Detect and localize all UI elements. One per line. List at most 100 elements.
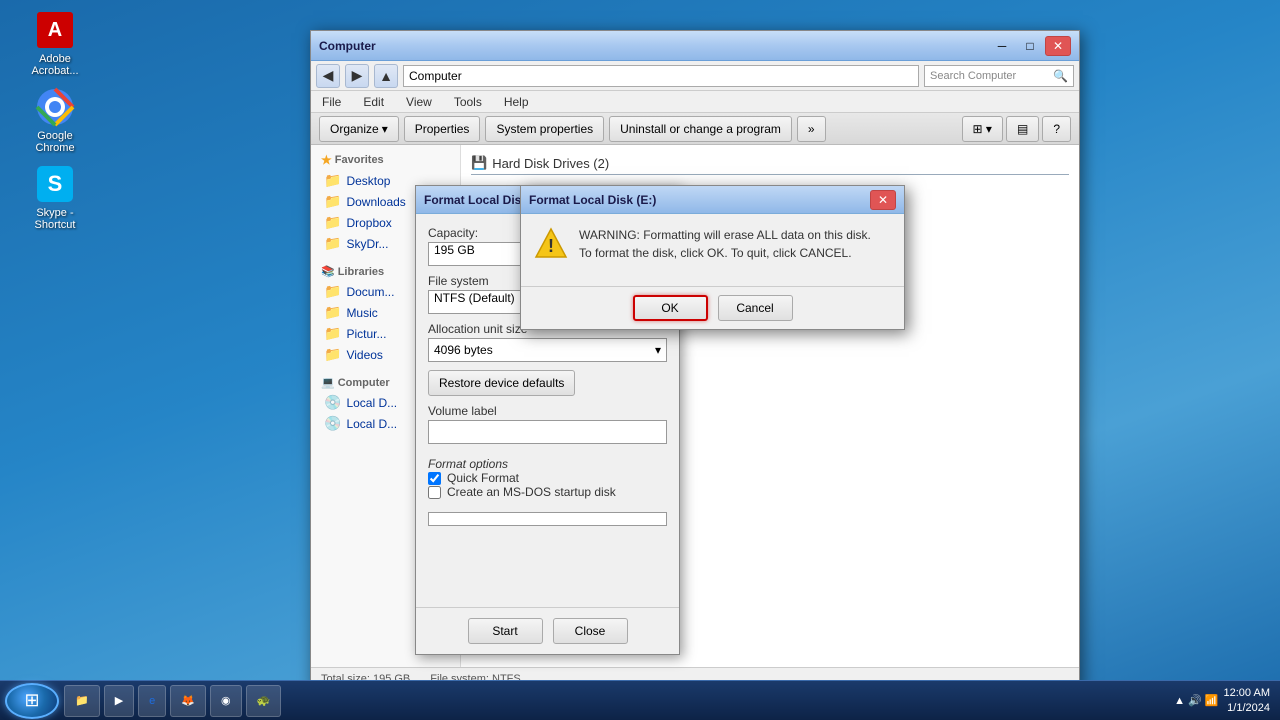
desktop-icon-skype[interactable]: S Skype - Shortcut <box>20 164 90 231</box>
folder-icon: 📁 <box>324 193 341 210</box>
system-properties-button[interactable]: System properties <box>485 116 604 142</box>
adobe-icon: A <box>35 10 75 50</box>
forward-button[interactable]: ▶ <box>345 64 369 88</box>
quick-format-label: Quick Format <box>447 471 519 485</box>
volume-label-input[interactable] <box>428 420 667 444</box>
startup-disk-row: Create an MS-DOS startup disk <box>428 485 667 499</box>
hard-disk-icon: 💾 <box>471 155 487 171</box>
maximize-button[interactable]: □ <box>1017 36 1043 56</box>
menu-file[interactable]: File <box>316 93 347 111</box>
folder-icon: 📁 <box>324 172 341 189</box>
svg-text:A: A <box>48 19 62 41</box>
menu-bar: File Edit View Tools Help <box>311 91 1079 113</box>
volume-label-label: Volume label <box>428 404 667 418</box>
organize-button[interactable]: Organize ▾ <box>319 116 399 142</box>
menu-help[interactable]: Help <box>498 93 535 111</box>
warning-content: ! WARNING: Formatting will erase ALL dat… <box>521 214 904 286</box>
search-placeholder: Search Computer <box>930 70 1016 82</box>
warning-icon: ! <box>533 226 569 262</box>
desktop: A Adobe Acrobat... Google Chrome <box>0 0 1280 720</box>
address-text: Computer <box>409 69 462 83</box>
folder-icon: 📁 <box>324 214 341 231</box>
firefox-icon: 🦊 <box>181 694 195 707</box>
desktop-icon-chrome[interactable]: Google Chrome <box>20 87 90 154</box>
menu-view[interactable]: View <box>400 93 438 111</box>
up-button[interactable]: ▲ <box>374 64 398 88</box>
app6-icon: 🐢 <box>257 694 271 707</box>
skype-label: Skype - Shortcut <box>20 207 90 231</box>
help-button[interactable]: ? <box>1042 116 1071 142</box>
preview-button[interactable]: ▤ <box>1006 116 1039 142</box>
skype-icon: S <box>35 164 75 204</box>
media-player-icon: ▶ <box>115 694 123 707</box>
start-button[interactable] <box>5 683 59 719</box>
back-button[interactable]: ◀ <box>316 64 340 88</box>
startup-disk-checkbox[interactable] <box>428 486 441 499</box>
drive-icon: 💿 <box>324 394 341 411</box>
more-commands-button[interactable]: » <box>797 116 826 142</box>
warning-dialog: Format Local Disk (E:) ✕ ! WARNING: Form… <box>520 185 905 330</box>
library-icon: 📚 <box>321 265 335 278</box>
taskbar-item-explorer[interactable]: 📁 <box>64 685 100 717</box>
folder-icon: 📁 <box>324 325 341 342</box>
start-button[interactable]: Start <box>468 618 543 644</box>
desktop-icon-adobe[interactable]: A Adobe Acrobat... <box>20 10 90 77</box>
drive-icon: 💿 <box>324 415 341 432</box>
view-toggle-button[interactable]: ⊞ ▾ <box>962 116 1003 142</box>
folder-icon: 📁 <box>324 304 341 321</box>
taskbar-items: 📁 ▶ e 🦊 ◉ 🐢 <box>64 685 281 717</box>
close-button[interactable]: ✕ <box>1045 36 1071 56</box>
svg-text:S: S <box>48 171 63 196</box>
address-bar[interactable]: Computer <box>403 65 919 87</box>
properties-button[interactable]: Properties <box>404 116 481 142</box>
uninstall-button[interactable]: Uninstall or change a program <box>609 116 792 142</box>
taskbar-item-firefox[interactable]: 🦊 <box>170 685 206 717</box>
explorer-titlebar: Computer ─ □ ✕ <box>311 31 1079 61</box>
warning-close-x[interactable]: ✕ <box>870 190 896 210</box>
taskbar-item-ie[interactable]: e <box>138 685 166 717</box>
warning-buttons: OK Cancel <box>521 286 904 329</box>
search-icon: 🔍 <box>1053 69 1068 83</box>
chrome-icon <box>35 87 75 127</box>
chevron-down-icon: ▾ <box>655 343 661 357</box>
adobe-label: Adobe Acrobat... <box>20 53 90 77</box>
taskbar-item-app6[interactable]: 🐢 <box>246 685 282 717</box>
desktop-icons-container: A Adobe Acrobat... Google Chrome <box>20 10 90 231</box>
folder-icon: 📁 <box>324 346 341 363</box>
warning-message: WARNING: Formatting will erase ALL data … <box>579 226 871 262</box>
svg-text:!: ! <box>548 236 554 256</box>
computer-icon: 💻 <box>321 376 335 389</box>
chrome-label: Google Chrome <box>20 130 90 154</box>
section-header: 💾 Hard Disk Drives (2) <box>471 155 1069 175</box>
chrome-taskbar-icon: ◉ <box>221 694 231 707</box>
search-bar[interactable]: Search Computer 🔍 <box>924 65 1074 87</box>
star-icon: ★ <box>321 153 332 167</box>
minimize-button[interactable]: ─ <box>989 36 1015 56</box>
cancel-button[interactable]: Cancel <box>718 295 793 321</box>
restore-defaults-button[interactable]: Restore device defaults <box>428 370 575 396</box>
format-options-label: Format options <box>428 457 667 471</box>
command-bar: Organize ▾ Properties System properties … <box>311 113 1079 145</box>
warning-line1: WARNING: Formatting will erase ALL data … <box>579 226 871 244</box>
quick-format-checkbox[interactable] <box>428 472 441 485</box>
favorites-header: ★ Favorites <box>316 150 455 170</box>
tray-icons: ▲ 🔊 📶 <box>1174 694 1218 707</box>
menu-tools[interactable]: Tools <box>448 93 488 111</box>
taskbar-tray: ▲ 🔊 📶 12:00 AM 1/1/2024 <box>1174 686 1275 715</box>
startup-disk-label: Create an MS-DOS startup disk <box>447 485 616 499</box>
warning-line2: To format the disk, click OK. To quit, c… <box>579 244 871 262</box>
allocation-select[interactable]: 4096 bytes ▾ <box>428 338 667 362</box>
taskbar: 📁 ▶ e 🦊 ◉ 🐢 ▲ 🔊 📶 12:00 AM 1/1/2024 <box>0 680 1280 720</box>
taskbar-item-media[interactable]: ▶ <box>104 685 134 717</box>
file-explorer-icon: 📁 <box>75 694 89 707</box>
format-dialog-buttons: Start Close <box>416 607 679 654</box>
volume-label-section: Volume label <box>428 404 667 444</box>
close-button[interactable]: Close <box>553 618 628 644</box>
restore-section: Restore device defaults <box>428 370 667 396</box>
warning-titlebar: Format Local Disk (E:) ✕ <box>521 186 904 214</box>
menu-edit[interactable]: Edit <box>357 93 390 111</box>
chevron-down-icon: ▾ <box>382 122 388 136</box>
ok-button[interactable]: OK <box>633 295 708 321</box>
warning-title: Format Local Disk (E:) <box>529 193 870 207</box>
taskbar-item-chrome[interactable]: ◉ <box>210 685 242 717</box>
